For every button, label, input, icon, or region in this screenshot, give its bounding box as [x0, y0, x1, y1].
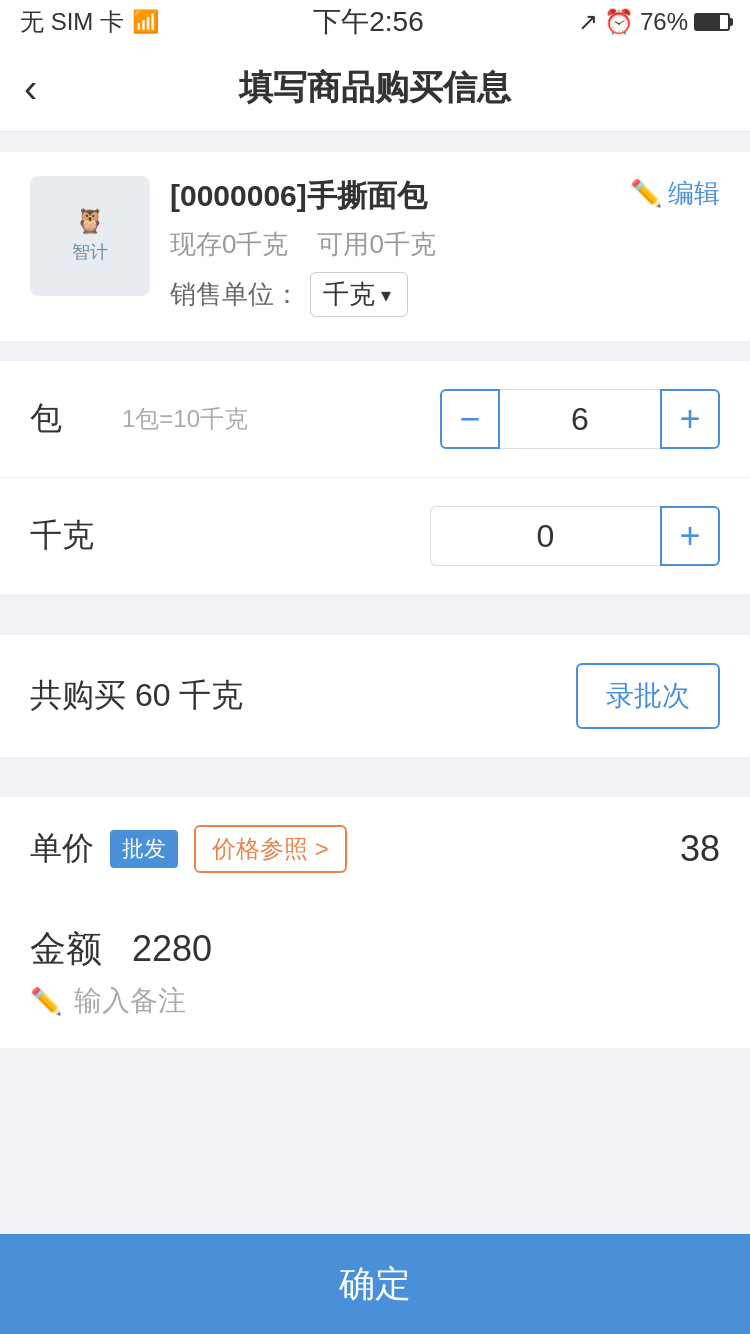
location-icon: ↗	[578, 8, 598, 36]
bag-plus-button[interactable]: +	[660, 389, 720, 449]
bag-minus-button[interactable]: −	[440, 389, 500, 449]
product-card: 🦉智计 [0000006]手撕面包 ✏️ 编辑 现存0千克 可用0千克 销售单位…	[0, 152, 750, 341]
bag-qty-control: − +	[440, 389, 720, 449]
amount-section: 金额 2280 ✏️ 输入备注	[0, 901, 750, 1048]
price-label: 单价	[30, 827, 94, 871]
chevron-down-icon: ▾	[381, 283, 391, 307]
summary-text: 共购买 60 千克	[30, 674, 243, 718]
stock-text: 现存0千克	[170, 229, 288, 259]
status-left: 无 SIM 卡 📶	[20, 6, 159, 38]
kg-qty-input[interactable]	[430, 506, 660, 566]
amount-label: 金额	[30, 928, 102, 969]
price-value: 38	[680, 828, 720, 870]
edit-icon: ✏️	[630, 178, 662, 209]
unit-label: 销售单位：	[170, 277, 300, 312]
status-bar: 无 SIM 卡 📶 下午2:56 ↗ ⏰ 76%	[0, 0, 750, 44]
confirm-button[interactable]: 确定	[0, 1234, 750, 1334]
price-ref-button[interactable]: 价格参照 >	[194, 825, 347, 873]
carrier-text: 无 SIM 卡	[20, 6, 124, 38]
price-row: 单价 批发 价格参照 > 38	[30, 825, 720, 873]
divider2	[0, 595, 750, 615]
kg-qty-control: +	[430, 506, 720, 566]
alarm-icon: ⏰	[604, 8, 634, 36]
edit-label: 编辑	[668, 176, 720, 211]
edit-button[interactable]: ✏️ 编辑	[630, 176, 720, 211]
bag-hint: 1包=10千克	[122, 403, 440, 435]
product-header: [0000006]手撕面包 ✏️ 编辑	[170, 176, 720, 227]
price-tag: 批发	[110, 830, 178, 868]
back-button[interactable]: ‹	[24, 68, 37, 108]
unit-selector[interactable]: 千克 ▾	[310, 272, 408, 317]
batch-button[interactable]: 录批次	[576, 663, 720, 729]
quantity-row-kg: 千克 +	[0, 478, 750, 595]
wifi-icon: 📶	[132, 9, 159, 35]
amount-row: 金额 2280	[30, 925, 720, 982]
unit-value: 千克	[323, 277, 375, 312]
status-right: ↗ ⏰ 76%	[578, 8, 730, 36]
status-time: 下午2:56	[313, 3, 424, 41]
product-name: [0000006]手撕面包	[170, 176, 427, 217]
available-text: 可用0千克	[317, 229, 435, 259]
nav-bar: ‹ 填写商品购买信息	[0, 44, 750, 132]
pencil-icon: ✏️	[30, 986, 62, 1017]
page-title: 填写商品购买信息	[239, 65, 511, 111]
remark-row[interactable]: ✏️ 输入备注	[30, 982, 720, 1048]
kg-plus-button[interactable]: +	[660, 506, 720, 566]
product-image: 🦉智计	[30, 176, 150, 296]
bag-label: 包	[30, 397, 110, 441]
amount-value: 2280	[132, 928, 212, 969]
price-section: 单价 批发 价格参照 > 38	[0, 797, 750, 901]
divider1	[0, 341, 750, 361]
summary-row: 共购买 60 千克 录批次	[0, 635, 750, 757]
bag-qty-input[interactable]	[500, 389, 660, 449]
kg-label: 千克	[30, 514, 110, 558]
product-stock: 现存0千克 可用0千克	[170, 227, 720, 262]
remark-placeholder: 输入备注	[74, 982, 186, 1020]
battery-pct: 76%	[640, 8, 688, 36]
product-unit: 销售单位： 千克 ▾	[170, 272, 720, 317]
divider3	[0, 757, 750, 777]
quantity-row-bag: 包 1包=10千克 − +	[0, 361, 750, 478]
battery-icon	[694, 13, 730, 31]
product-info: [0000006]手撕面包 ✏️ 编辑 现存0千克 可用0千克 销售单位： 千克…	[170, 176, 720, 317]
